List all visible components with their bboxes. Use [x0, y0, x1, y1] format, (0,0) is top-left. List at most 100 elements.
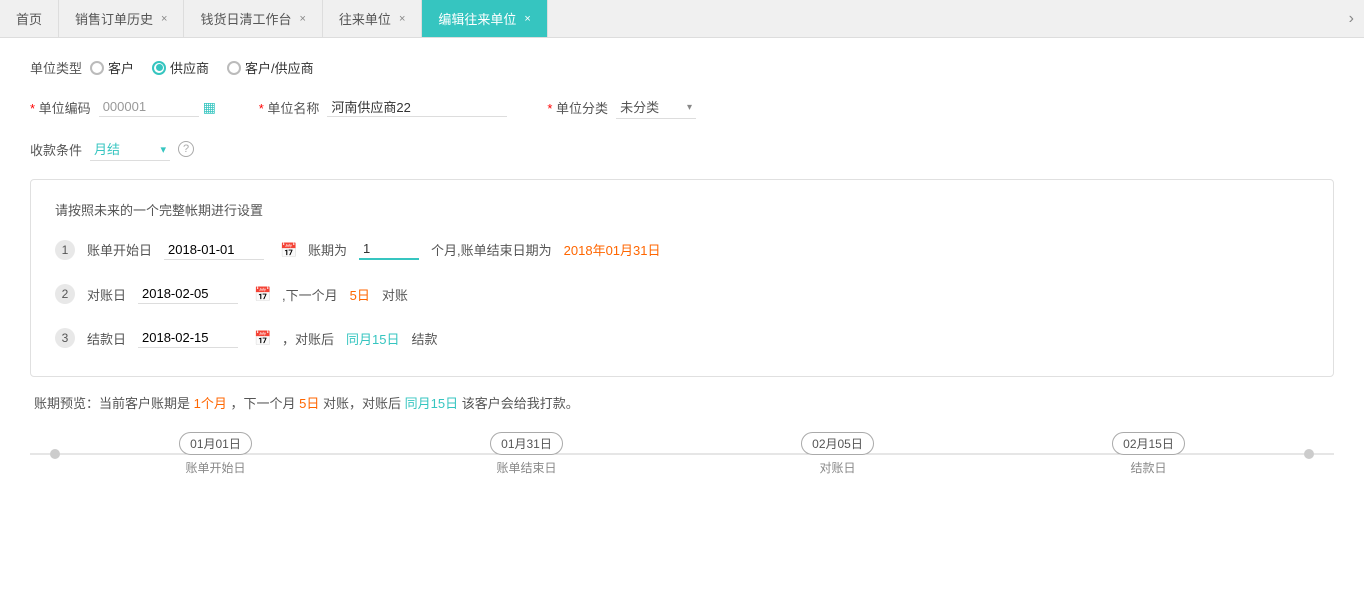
tab-edit-unit[interactable]: 编辑往来单位 × [422, 0, 547, 37]
timeline-node-4: 02月15日 结款日 [1112, 432, 1185, 476]
unit-code-group: 单位编码 ▦ [30, 97, 219, 117]
unit-name-label: 单位名称 [259, 98, 320, 117]
period-num-3: 3 [55, 328, 75, 348]
radio-customer-label: 客户 [108, 58, 134, 77]
tab-units-label: 往来单位 [339, 9, 391, 28]
timeline-node-2: 01月31日 账单结束日 [490, 432, 563, 476]
timeline-node-4-label: 结款日 [1130, 459, 1166, 476]
period-months-suffix: 个月,账单结束日期为 [431, 240, 552, 259]
radio-customer-supplier[interactable]: 客户/供应商 [227, 58, 314, 77]
period-row-3: 3 结款日 📅 ，对账后 同月15日 结款 [55, 328, 1309, 348]
radio-customer-supplier-circle [227, 61, 241, 75]
period-settings-box: 请按照未来的一个完整帐期进行设置 1 账单开始日 📅 账期为 个月,账单结束日期… [30, 179, 1334, 377]
period-account-for-label: 账期为 [308, 240, 347, 259]
tab-home-label: 首页 [16, 9, 42, 28]
payment-row: 收款条件 月结 ▾ ? [30, 137, 1334, 161]
payment-select-display[interactable]: 月结 [90, 137, 170, 161]
timeline-segment-3: 02月05日 对账日 [682, 432, 993, 476]
period-payment-desc-prefix: ，对账后 [282, 329, 334, 348]
period-reconcile-desc-prefix: ,下一个月 [282, 285, 338, 304]
preview-after-day1: 对账，对账后 [323, 396, 401, 411]
timeline-segment-4: 02月15日 结款日 [993, 432, 1304, 476]
period-row-1: 1 账单开始日 📅 账期为 个月,账单结束日期为 2018年01月31日 [55, 239, 1309, 260]
unit-code-icon[interactable]: ▦ [203, 99, 219, 115]
timeline-container: 01月01日 账单开始日 01月31日 账单结束日 02月05日 对账日 [30, 432, 1334, 476]
timeline-node-1-date: 01月01日 [179, 432, 252, 455]
radio-customer[interactable]: 客户 [90, 58, 134, 77]
period-payment-desc-suffix: 结款 [412, 329, 438, 348]
unit-name-group: 单位名称 [259, 97, 508, 117]
unit-code-label: 单位编码 [30, 98, 91, 117]
payment-help-icon[interactable]: ? [178, 141, 194, 157]
timeline-segment-1: 01月01日 账单开始日 [60, 432, 371, 476]
unit-info-row: 单位编码 ▦ 单位名称 单位分类 未分类 ▾ [30, 95, 1334, 119]
preview-day2: 同月15日 [405, 396, 458, 411]
payment-label: 收款条件 [30, 140, 82, 159]
timeline: 01月01日 账单开始日 01月31日 账单结束日 02月05日 对账日 [50, 432, 1314, 476]
tab-sales-history-label: 销售订单历史 [75, 9, 153, 28]
tab-daily-work-label: 钱货日清工作台 [200, 9, 291, 28]
period-end-date-display: 2018年01月31日 [564, 240, 661, 259]
period-start-date-input[interactable] [164, 240, 264, 260]
tab-home[interactable]: 首页 [0, 0, 59, 37]
preview-months: 1个月 [194, 396, 227, 411]
period-num-1: 1 [55, 240, 75, 260]
preview-text: 账期预览：当前客户账期是 1个月 ，下一个月 5日 对账，对账后 同月15日 该… [30, 393, 1334, 412]
preview-suffix: 该客户会给我打款。 [462, 396, 579, 411]
timeline-node-1-label: 账单开始日 [185, 459, 245, 476]
period-payment-date-input[interactable] [138, 328, 238, 348]
unit-category-label: 单位分类 [547, 98, 608, 117]
period-reconcile-desc-suffix: 对账 [382, 285, 408, 304]
period-start-label: 账单开始日 [87, 240, 152, 259]
period-payment-cal-icon[interactable]: 📅 [254, 330, 270, 346]
timeline-node-4-date: 02月15日 [1112, 432, 1185, 455]
timeline-node-3-label: 对账日 [819, 459, 855, 476]
tab-sales-history[interactable]: 销售订单历史 × [59, 0, 184, 37]
timeline-node-2-date: 01月31日 [490, 432, 563, 455]
unit-name-input[interactable] [327, 97, 507, 117]
preview-day1: 5日 [299, 396, 319, 411]
timeline-node-3-date: 02月05日 [801, 432, 874, 455]
radio-customer-supplier-label: 客户/供应商 [245, 58, 314, 77]
unit-category-select-display[interactable]: 未分类 [616, 95, 696, 119]
tab-edit-unit-label: 编辑往来单位 [438, 9, 516, 28]
tab-daily-work[interactable]: 钱货日清工作台 × [184, 0, 322, 37]
timeline-left-dot [50, 449, 60, 459]
period-num-2: 2 [55, 284, 75, 304]
period-reconcile-day: 5日 [350, 285, 370, 304]
unit-type-label: 单位类型 [30, 58, 82, 77]
tab-bar: 首页 销售订单历史 × 钱货日清工作台 × 往来单位 × 编辑往来单位 × › [0, 0, 1364, 38]
timeline-node-2-label: 账单结束日 [496, 459, 556, 476]
period-months-input[interactable] [359, 239, 419, 260]
period-reconcile-label: 对账日 [87, 285, 126, 304]
unit-code-input[interactable] [99, 97, 199, 117]
tab-units-close[interactable]: × [399, 13, 405, 25]
tab-units[interactable]: 往来单位 × [323, 0, 422, 37]
tab-expand-button[interactable]: › [1339, 10, 1364, 28]
radio-customer-circle [90, 61, 104, 75]
timeline-segment-2: 01月31日 账单结束日 [371, 432, 682, 476]
unit-type-row: 单位类型 客户 供应商 客户/供应商 [30, 58, 1334, 77]
unit-category-select-wrapper: 未分类 ▾ [616, 95, 696, 119]
tab-daily-work-close[interactable]: × [299, 13, 305, 25]
period-reconcile-cal-icon[interactable]: 📅 [254, 286, 270, 302]
tab-edit-unit-close[interactable]: × [524, 13, 530, 25]
period-reconcile-date-input[interactable] [138, 284, 238, 304]
timeline-node-3: 02月05日 对账日 [801, 432, 874, 476]
payment-dropdown-group: 月结 ▾ [90, 137, 170, 161]
period-row-2: 2 对账日 📅 ,下一个月 5日 对账 [55, 284, 1309, 304]
main-content: 单位类型 客户 供应商 客户/供应商 单位编码 ▦ 单位名称 [0, 38, 1364, 608]
preview-middle: ，下一个月 [231, 396, 296, 411]
period-start-cal-icon[interactable]: 📅 [280, 242, 296, 258]
period-payment-highlight: 同月15日 [346, 329, 399, 348]
timeline-node-1: 01月01日 账单开始日 [179, 432, 252, 476]
radio-supplier-label: 供应商 [170, 58, 209, 77]
period-title: 请按照未来的一个完整帐期进行设置 [55, 200, 1309, 219]
unit-type-radio-group: 客户 供应商 客户/供应商 [90, 58, 314, 77]
tab-sales-history-close[interactable]: × [161, 13, 167, 25]
radio-supplier[interactable]: 供应商 [152, 58, 209, 77]
preview-prefix: 账期预览：当前客户账期是 [34, 396, 190, 411]
timeline-right-dot [1304, 449, 1314, 459]
radio-supplier-circle [152, 61, 166, 75]
period-payment-date-label: 结款日 [87, 329, 126, 348]
